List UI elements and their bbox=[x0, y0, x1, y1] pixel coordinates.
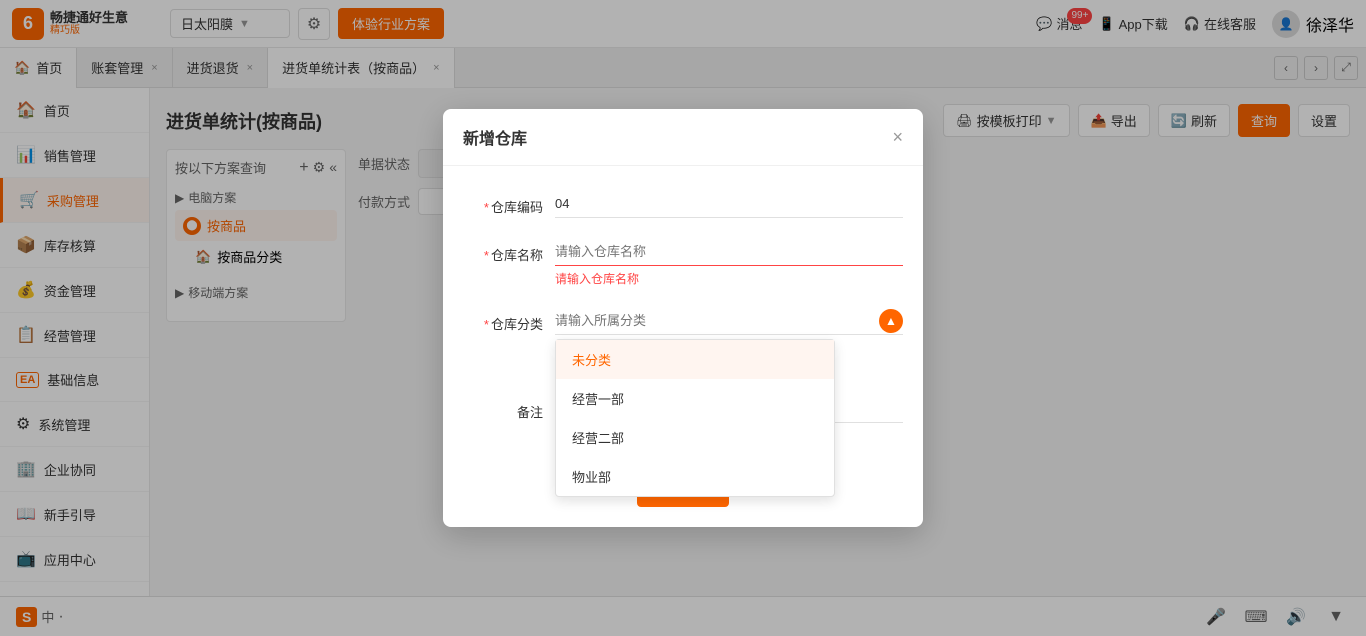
category-dropdown: 未分类 经营一部 经营二部 物业部 bbox=[555, 339, 835, 497]
category-label: *仓库分类 bbox=[463, 307, 543, 333]
code-control bbox=[555, 190, 903, 218]
form-row-category: *仓库分类 ▲ 未分类 经营一部 经营二部 物业部 bbox=[463, 307, 903, 335]
code-label: *仓库编码 bbox=[463, 190, 543, 216]
new-warehouse-modal: 新增仓库 × *仓库编码 *仓库名称 请输入仓库名称 *仓库分类 bbox=[443, 109, 923, 527]
dropdown-item-uncategorized[interactable]: 未分类 bbox=[556, 340, 834, 379]
form-row-code: *仓库编码 bbox=[463, 190, 903, 218]
warehouse-code-input[interactable] bbox=[555, 190, 903, 218]
category-arrow-icon[interactable]: ▲ bbox=[879, 309, 903, 333]
category-control: ▲ 未分类 经营一部 经营二部 物业部 bbox=[555, 307, 903, 335]
modal-close-button[interactable]: × bbox=[892, 128, 903, 146]
modal-header: 新增仓库 × bbox=[443, 109, 923, 166]
dropdown-item-dept2[interactable]: 经营二部 bbox=[556, 418, 834, 457]
remark-label: 备注 bbox=[463, 395, 543, 421]
modal-body: *仓库编码 *仓库名称 请输入仓库名称 *仓库分类 bbox=[443, 166, 923, 459]
category-select-wrapper: ▲ bbox=[555, 307, 903, 335]
form-row-name: *仓库名称 请输入仓库名称 bbox=[463, 238, 903, 287]
warehouse-name-input[interactable] bbox=[555, 238, 903, 266]
name-error-msg: 请输入仓库名称 bbox=[555, 270, 903, 287]
warehouse-category-input[interactable] bbox=[555, 307, 903, 335]
modal-title: 新增仓库 bbox=[463, 125, 527, 149]
dropdown-item-property[interactable]: 物业部 bbox=[556, 457, 834, 496]
name-control: 请输入仓库名称 bbox=[555, 238, 903, 287]
dropdown-item-dept1[interactable]: 经营一部 bbox=[556, 379, 834, 418]
name-label: *仓库名称 bbox=[463, 238, 543, 264]
